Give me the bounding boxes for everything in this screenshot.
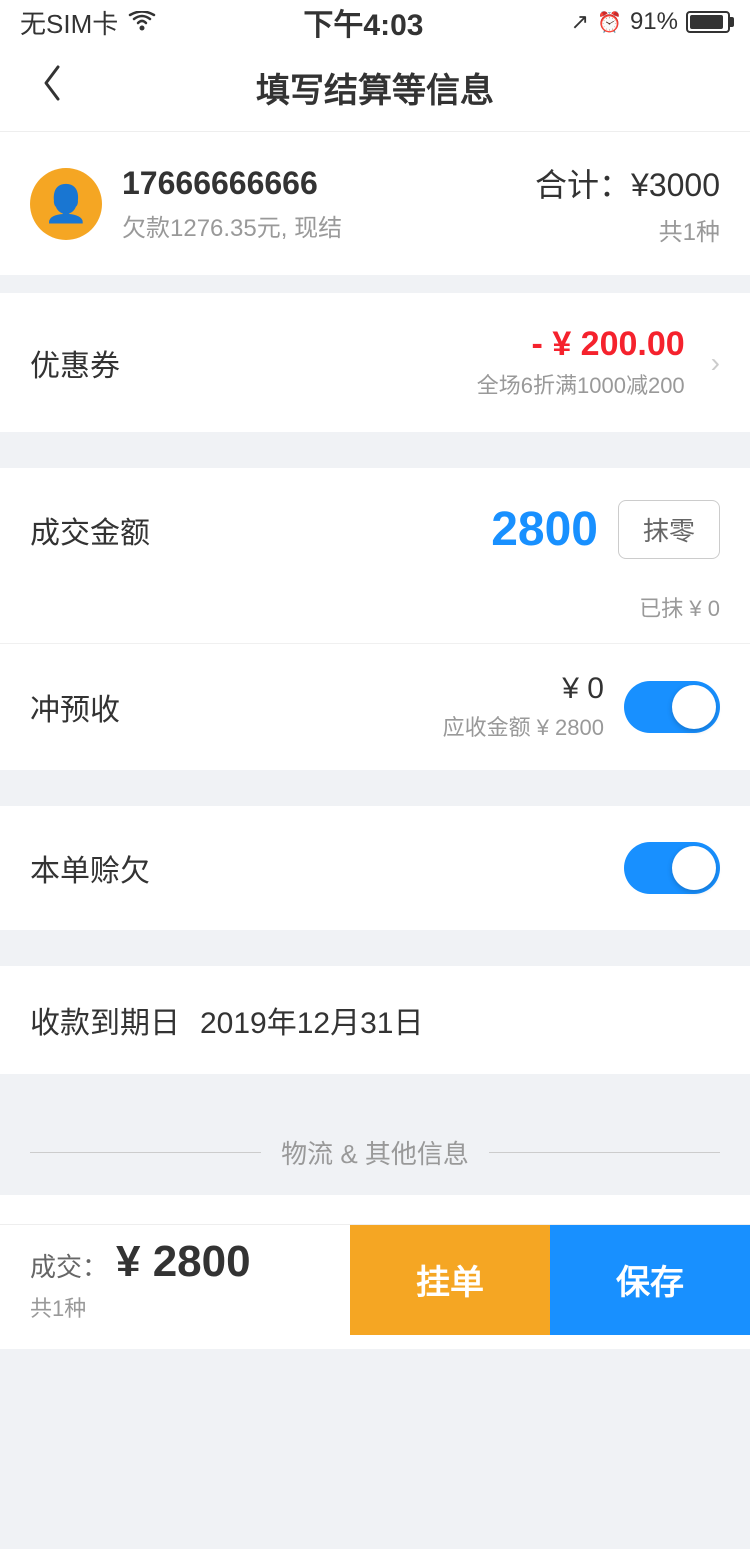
section-divider-3 xyxy=(0,948,750,966)
battery-icon xyxy=(686,11,730,33)
prepay-value-block: ¥ 0 应收金额 ¥ 2800 xyxy=(443,672,604,742)
customer-info-card: 👤 17666666666 欠款1276.35元, 现结 合计：¥3000 共1… xyxy=(0,132,750,275)
coupon-amount: - ¥ 200.00 xyxy=(477,325,685,364)
bottom-deal-count: 共1种 xyxy=(30,1291,320,1323)
user-icon: 👤 xyxy=(44,183,89,225)
prepay-amount: ¥ 0 xyxy=(443,672,604,706)
deal-amount-right: 2800 抹零 xyxy=(491,500,720,559)
round-button[interactable]: 抹零 xyxy=(618,500,720,559)
avatar: 👤 xyxy=(30,168,102,240)
page-title: 填写结算等信息 xyxy=(256,63,494,112)
battery-percent: 91% xyxy=(630,8,678,36)
bottom-action-bar: 成交： ¥ 2800 共1种 挂单 保存 xyxy=(0,1224,750,1334)
status-bar: 无SIM卡 下午4:03 ↗ ⏰ 91% xyxy=(0,0,750,44)
credit-row: 本单赊欠 xyxy=(0,806,750,930)
deal-amount-row: 成交金额 2800 抹零 xyxy=(0,468,750,591)
section-divider-4 xyxy=(0,1092,750,1110)
total-amount-text: 合计：¥3000 xyxy=(535,160,720,206)
coupon-value: - ¥ 200.00 全场6折满1000减200 xyxy=(477,325,685,400)
section-divider-1 xyxy=(0,450,750,468)
customer-details: 17666666666 欠款1276.35元, 现结 xyxy=(122,165,535,243)
due-date-label: 收款到期日 xyxy=(30,998,180,1042)
bottom-summary: 成交： ¥ 2800 共1种 xyxy=(0,1237,350,1323)
deal-amount-value: 2800 xyxy=(491,502,598,557)
chevron-right-icon: › xyxy=(711,347,720,379)
credit-label: 本单赊欠 xyxy=(30,846,150,890)
prepay-right: ¥ 0 应收金额 ¥ 2800 xyxy=(443,672,720,742)
deal-sub-text: 已抹 ¥ 0 xyxy=(0,591,750,643)
total-sub-text: 共1种 xyxy=(535,212,720,247)
prepay-row: 冲预收 ¥ 0 应收金额 ¥ 2800 xyxy=(0,643,750,770)
deal-amount-label: 成交金额 xyxy=(30,508,150,552)
order-total: 合计：¥3000 共1种 xyxy=(535,160,720,247)
credit-toggle-knob xyxy=(672,846,716,890)
credit-toggle[interactable] xyxy=(624,842,720,894)
prepay-label: 冲预收 xyxy=(30,685,120,729)
status-left: 无SIM卡 xyxy=(20,4,156,41)
coupon-label: 优惠券 xyxy=(30,341,120,385)
location-icon: ↗ xyxy=(571,9,589,35)
pending-button[interactable]: 挂单 xyxy=(350,1225,550,1335)
toggle-knob xyxy=(672,685,716,729)
empty-content-area xyxy=(0,1349,750,1549)
status-time: 下午4:03 xyxy=(303,0,423,44)
sim-text: 无SIM卡 xyxy=(20,4,118,41)
logistics-section-header: 物流 & 其他信息 xyxy=(0,1110,750,1195)
nav-bar: 填写结算等信息 xyxy=(0,44,750,132)
prepay-sub-text: 应收金额 ¥ 2800 xyxy=(443,710,604,742)
prepay-toggle[interactable] xyxy=(624,681,720,733)
customer-sub-info: 欠款1276.35元, 现结 xyxy=(122,208,535,243)
due-date-row: 收款到期日 2019年12月31日 xyxy=(0,966,750,1074)
customer-phone: 17666666666 xyxy=(122,165,535,202)
wifi-icon xyxy=(128,7,156,38)
coupon-sub-text: 全场6折满1000减200 xyxy=(477,368,685,400)
section-divider-2 xyxy=(0,788,750,806)
back-button[interactable] xyxy=(30,53,74,122)
divider-line-left xyxy=(30,1152,261,1153)
bottom-deal-label: 成交： xyxy=(30,1247,108,1284)
coupon-row[interactable]: 优惠券 - ¥ 200.00 全场6折满1000减200 › xyxy=(0,293,750,432)
bottom-deal-row: 成交： ¥ 2800 xyxy=(30,1237,320,1287)
logistics-label: 物流 & 其他信息 xyxy=(281,1134,469,1171)
amount-section: 成交金额 2800 抹零 已抹 ¥ 0 冲预收 ¥ 0 应收金额 ¥ 2800 xyxy=(0,468,750,770)
divider-line-right xyxy=(489,1152,720,1153)
coupon-right: - ¥ 200.00 全场6折满1000减200 › xyxy=(477,325,720,400)
save-button[interactable]: 保存 xyxy=(550,1225,750,1335)
due-date-value: 2019年12月31日 xyxy=(200,998,423,1042)
coupon-section: 优惠券 - ¥ 200.00 全场6折满1000减200 › xyxy=(0,293,750,432)
alarm-icon: ⏰ xyxy=(597,10,622,35)
bottom-deal-amount: ¥ 2800 xyxy=(116,1237,251,1287)
status-right: ↗ ⏰ 91% xyxy=(571,8,730,36)
